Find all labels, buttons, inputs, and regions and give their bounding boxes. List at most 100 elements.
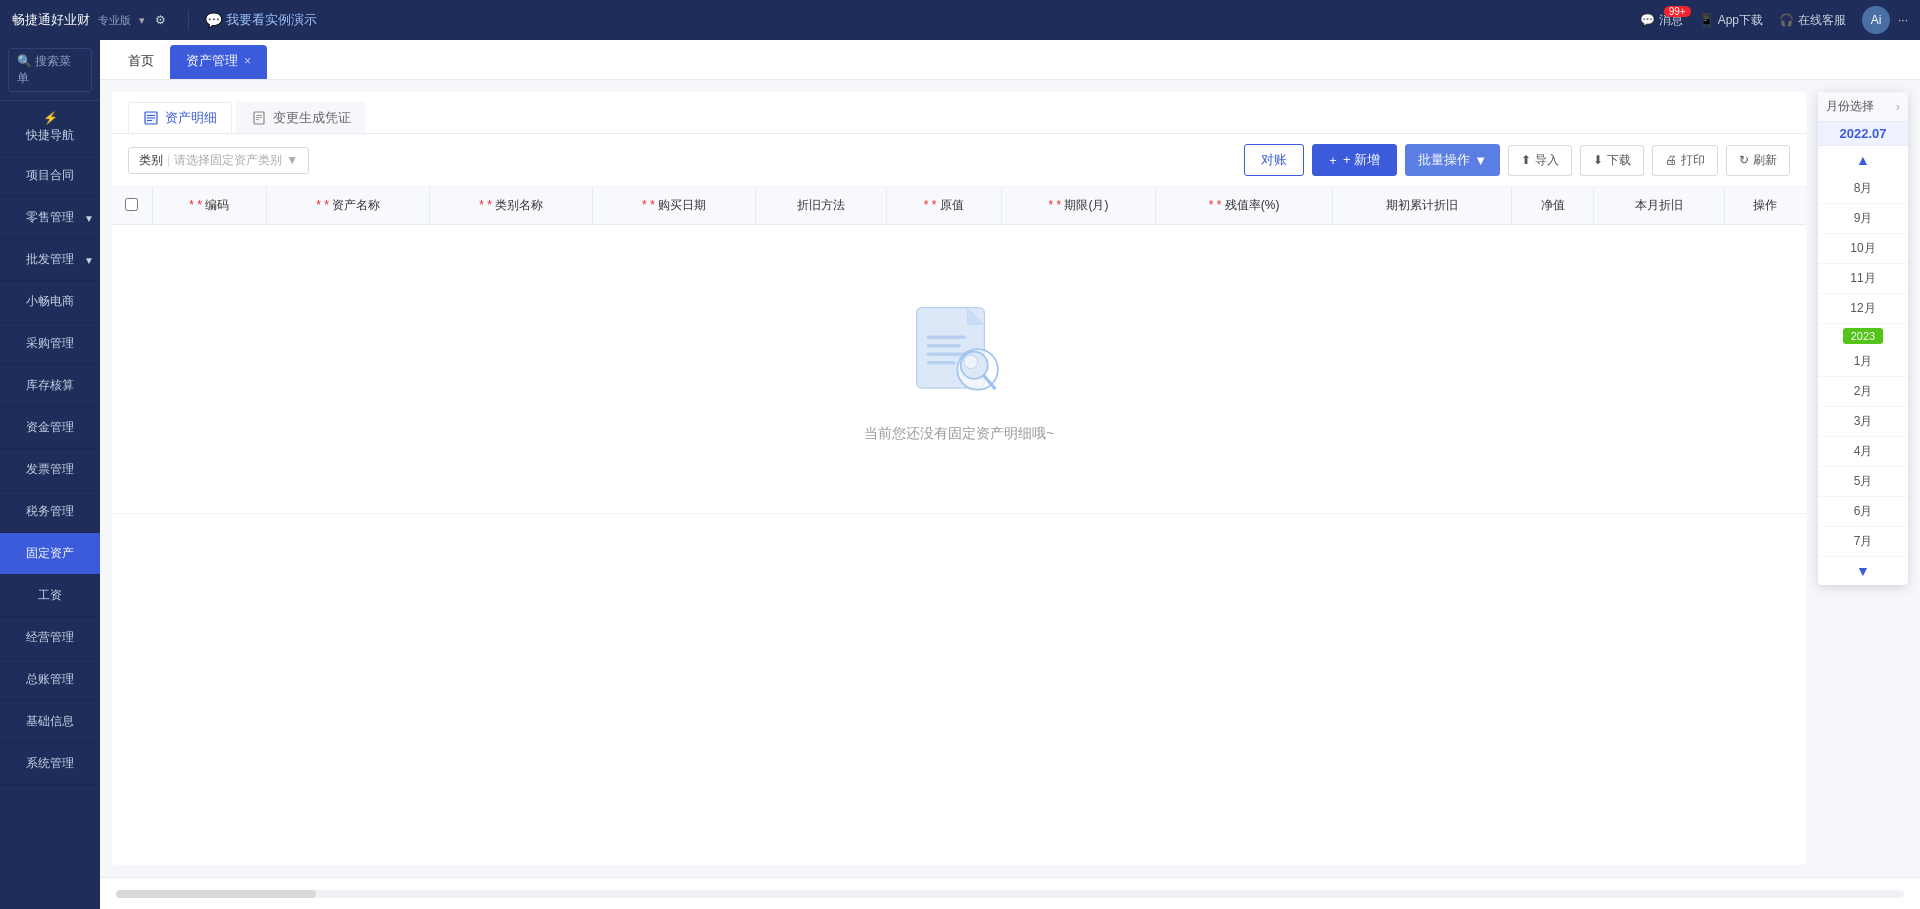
sidebar-item-basic[interactable]: 基础信息 <box>0 701 100 743</box>
th-residual-rate: * 残值率(%) <box>1156 187 1332 225</box>
asset-panel: 资产明细 变更生成凭证 <box>112 92 1806 865</box>
empty-state-cell: 当前您还没有固定资产明细哦~ <box>112 225 1806 514</box>
month-item-10[interactable]: 10月 <box>1818 234 1908 264</box>
th-period: * 期限(月) <box>1001 187 1156 225</box>
content-area: 首页 资产管理 × <box>100 40 1920 909</box>
year-badge-row: 2023 <box>1818 324 1908 347</box>
print-button[interactable]: 🖨 打印 <box>1652 145 1718 176</box>
svg-point-15 <box>964 355 978 369</box>
svg-rect-4 <box>254 112 264 124</box>
th-original-value: * 原值 <box>886 187 1001 225</box>
table-body: 当前您还没有固定资产明细哦~ <box>112 225 1806 514</box>
month-item-7-2023[interactable]: 7月 <box>1818 527 1908 557</box>
month-item-6[interactable]: 6月 <box>1818 497 1908 527</box>
month-prev-button[interactable]: ▲ <box>1850 150 1876 170</box>
sidebar-item-management[interactable]: 经营管理 <box>0 617 100 659</box>
sidebar: 🔍 搜索菜单 ⚡ 快捷导航 项目合同 零售管理 批发管理 小畅电商 采购管理 库… <box>0 40 100 909</box>
year-badge: 2023 <box>1843 328 1883 344</box>
download-button[interactable]: ⬇ 下载 <box>1580 145 1644 176</box>
sidebar-search: 🔍 搜索菜单 <box>0 40 100 101</box>
message-button[interactable]: 💬 消息 99+ <box>1640 12 1683 29</box>
batch-dropdown-icon: ▼ <box>1474 153 1487 168</box>
tab-close-icon[interactable]: × <box>244 54 251 68</box>
import-icon: ⬆ <box>1521 153 1531 167</box>
month-item-8[interactable]: 8月 <box>1818 174 1908 204</box>
th-accumulated: 期初累计折旧 <box>1332 187 1511 225</box>
month-item-3[interactable]: 3月 <box>1818 407 1908 437</box>
refresh-icon: ↻ <box>1739 153 1749 167</box>
table-header-row: * 编码 * 资产名称 * 类别名称 * 购买日期 折旧方法 * 原值 * 期限… <box>112 187 1806 225</box>
sidebar-item-wholesale[interactable]: 批发管理 <box>0 239 100 281</box>
top-bar-right: 💬 消息 99+ 📱 App下载 🎧 在线客服 Ai ··· <box>1640 6 1908 34</box>
app-download-button[interactable]: 📱 App下载 <box>1699 12 1763 29</box>
sidebar-item-finance[interactable]: 资金管理 <box>0 407 100 449</box>
sub-tab-detail[interactable]: 资产明细 <box>128 102 232 133</box>
sidebar-item-tax[interactable]: 税务管理 <box>0 491 100 533</box>
reconcile-button[interactable]: 对账 <box>1244 144 1304 176</box>
settings-button[interactable]: ⚙ <box>149 11 172 29</box>
wholesale-expand-icon <box>84 254 94 265</box>
month-item-9[interactable]: 9月 <box>1818 204 1908 234</box>
horizontal-scrollbar[interactable] <box>116 890 1904 898</box>
th-checkbox <box>112 187 152 225</box>
top-bar-left: 畅捷通好业财 专业版 ▾ ⚙ 💬 我要看实例演示 <box>12 10 317 30</box>
message-badge: 99+ <box>1664 6 1691 17</box>
list-icon <box>143 110 159 126</box>
sidebar-item-assets[interactable]: 固定资产 <box>0 533 100 575</box>
sidebar-item-project[interactable]: 项目合同 <box>0 155 100 197</box>
month-item-4[interactable]: 4月 <box>1818 437 1908 467</box>
month-item-2[interactable]: 2月 <box>1818 377 1908 407</box>
select-all-checkbox[interactable] <box>125 198 138 211</box>
sidebar-item-retail[interactable]: 零售管理 <box>0 197 100 239</box>
avatar: Ai <box>1862 6 1890 34</box>
category-filter[interactable]: 类别 | 请选择固定资产类别 ▼ <box>128 147 309 174</box>
month-panel-title: 月份选择 <box>1826 98 1874 115</box>
demo-link[interactable]: 💬 我要看实例演示 <box>205 11 317 29</box>
sidebar-item-general[interactable]: 总账管理 <box>0 659 100 701</box>
month-item-12[interactable]: 12月 <box>1818 294 1908 324</box>
online-service-button[interactable]: 🎧 在线客服 <box>1779 12 1846 29</box>
sidebar-item-ecommerce[interactable]: 小畅电商 <box>0 281 100 323</box>
toolbar: 类别 | 请选择固定资产类别 ▼ 对账 + + 新增 <box>112 134 1806 187</box>
month-item-5[interactable]: 5月 <box>1818 467 1908 497</box>
app-edition: 专业版 <box>98 13 131 28</box>
sidebar-item-purchase[interactable]: 采购管理 <box>0 323 100 365</box>
toolbar-filters: 类别 | 请选择固定资产类别 ▼ <box>128 147 1236 174</box>
plus-icon: + <box>1329 153 1337 168</box>
refresh-button[interactable]: ↻ 刷新 <box>1726 145 1790 176</box>
bottom-bar <box>100 877 1920 909</box>
add-button[interactable]: + + 新增 <box>1312 144 1397 176</box>
main-content: 资产明细 变更生成凭证 <box>100 80 1920 877</box>
tab-home[interactable]: 首页 <box>112 45 170 79</box>
sidebar-item-inventory[interactable]: 库存核算 <box>0 365 100 407</box>
download-icon: ⬇ <box>1593 153 1603 167</box>
tab-assets[interactable]: 资产管理 × <box>170 45 267 79</box>
import-button[interactable]: ⬆ 导入 <box>1508 145 1572 176</box>
sidebar-item-salary[interactable]: 工资 <box>0 575 100 617</box>
asset-table: * 编码 * 资产名称 * 类别名称 * 购买日期 折旧方法 * 原值 * 期限… <box>112 187 1806 514</box>
th-depreciation-method: 折旧方法 <box>756 187 887 225</box>
month-item-1[interactable]: 1月 <box>1818 347 1908 377</box>
svg-rect-9 <box>927 336 966 339</box>
sidebar-item-invoice[interactable]: 发票管理 <box>0 449 100 491</box>
month-next-button[interactable]: ▼ <box>1850 561 1876 581</box>
sidebar-item-shortcut[interactable]: ⚡ 快捷导航 <box>0 101 100 155</box>
th-name: * 资产名称 <box>267 187 430 225</box>
th-monthly-depreciation: 本月折旧 <box>1594 187 1725 225</box>
window-controls: ▾ ⚙ <box>139 11 172 29</box>
search-menu-button[interactable]: 🔍 搜索菜单 <box>8 48 92 92</box>
th-purchase-date: * 购买日期 <box>593 187 756 225</box>
batch-button[interactable]: 批量操作 ▼ <box>1405 144 1500 176</box>
user-area: Ai ··· <box>1862 6 1908 34</box>
app-name: 畅捷通好业财 <box>12 11 90 29</box>
month-item-11[interactable]: 11月 <box>1818 264 1908 294</box>
sidebar-item-system[interactable]: 系统管理 <box>0 743 100 785</box>
main-layout: 🔍 搜索菜单 ⚡ 快捷导航 项目合同 零售管理 批发管理 小畅电商 采购管理 库… <box>0 40 1920 909</box>
month-panel-collapse-icon[interactable]: › <box>1896 100 1900 114</box>
th-net-value: 净值 <box>1511 187 1593 225</box>
month-panel: 月份选择 › 2022.07 ▲ 8月 9月 10月 11月 12月 <box>1818 92 1908 585</box>
th-action: 操作 <box>1724 187 1806 225</box>
print-icon: 🖨 <box>1665 153 1677 167</box>
th-category: * 类别名称 <box>430 187 593 225</box>
sub-tab-voucher[interactable]: 变更生成凭证 <box>236 102 366 133</box>
